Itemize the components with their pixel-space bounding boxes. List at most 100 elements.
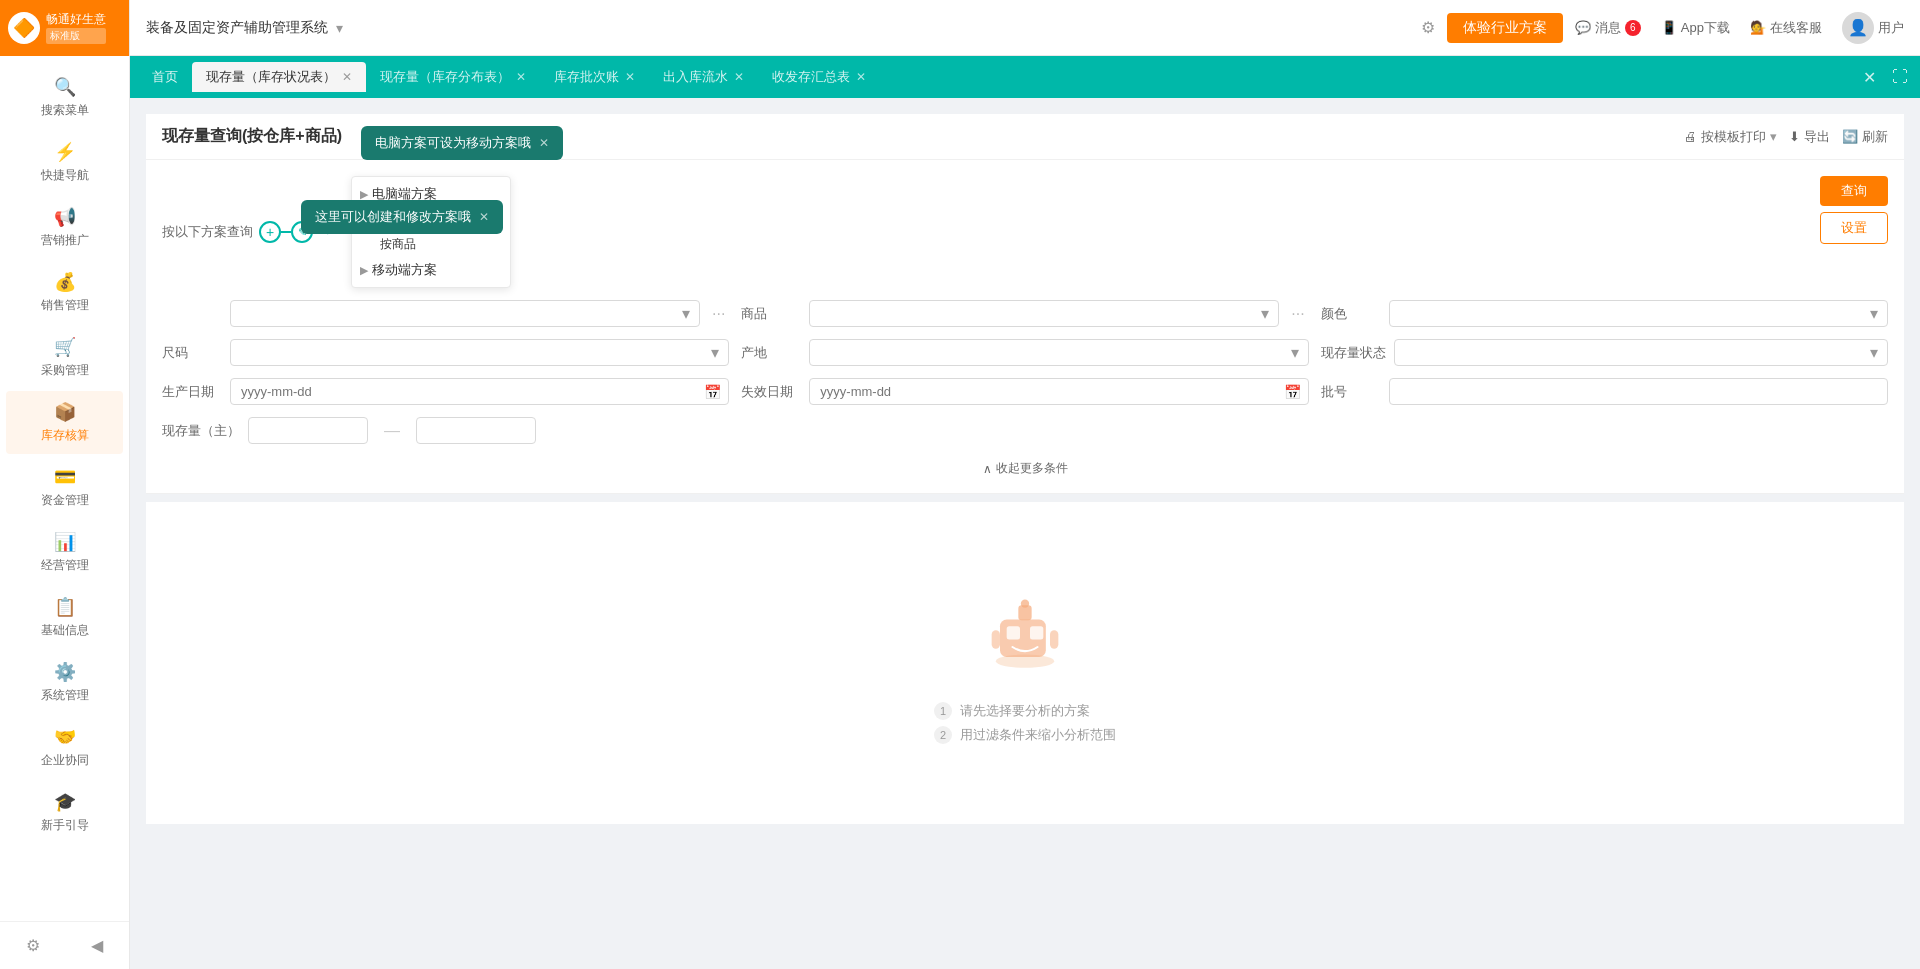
message-icon: 💬 bbox=[1575, 20, 1591, 35]
tab-close-all-btn[interactable]: ✕ bbox=[1859, 64, 1880, 91]
tab-close-inventory-status[interactable]: ✕ bbox=[342, 71, 352, 83]
online-support-btn[interactable]: 💁 在线客服 bbox=[1750, 19, 1822, 37]
sidebar-item-purchase[interactable]: 🛒 采购管理 bbox=[6, 326, 123, 389]
tab-batch-ledger[interactable]: 库存批次账 ✕ bbox=[540, 62, 649, 92]
sidebar-item-sales[interactable]: 💰 销售管理 bbox=[6, 261, 123, 324]
refresh-btn[interactable]: 🔄 刷新 bbox=[1842, 128, 1888, 146]
tooltip-edit-scheme: 这里可以创建和修改方案哦 ✕ bbox=[301, 200, 503, 234]
print-dropdown-icon: ▾ bbox=[1770, 129, 1777, 144]
message-badge: 6 bbox=[1625, 20, 1641, 36]
sidebar: 🔶 畅通好生意 标准版 🔍 搜索菜单 ⚡ 快捷导航 📢 营销推广 💰 销售管理 … bbox=[0, 0, 130, 969]
svg-rect-7 bbox=[1050, 630, 1058, 648]
collapse-up-icon: ∧ bbox=[983, 462, 992, 476]
support-icon: 💁 bbox=[1750, 20, 1766, 35]
sidebar-item-finance[interactable]: 💳 资金管理 bbox=[6, 456, 123, 519]
origin-select[interactable] bbox=[809, 339, 1308, 366]
topbar-right: 💬 消息 6 📱 App下载 💁 在线客服 👤 用户 bbox=[1575, 12, 1904, 44]
message-btn[interactable]: 💬 消息 6 bbox=[1575, 19, 1641, 37]
logo-badge: 标准版 bbox=[46, 28, 106, 44]
prod-date-wrap: 📅 bbox=[230, 378, 729, 405]
goods-select[interactable] bbox=[809, 300, 1279, 327]
size-select[interactable] bbox=[230, 339, 729, 366]
calendar-icon-prod: 📅 bbox=[704, 384, 721, 400]
sidebar-settings-btn[interactable]: ⚙ bbox=[18, 932, 48, 959]
tooltip-close-1[interactable]: ✕ bbox=[539, 136, 549, 150]
sidebar-item-guide[interactable]: 🎓 新手引导 bbox=[6, 781, 123, 844]
inventory-icon: 📦 bbox=[54, 401, 76, 423]
tab-close-collect-summary[interactable]: ✕ bbox=[856, 71, 866, 83]
sidebar-item-marketing[interactable]: 📢 营销推广 bbox=[6, 196, 123, 259]
scheme-child-2[interactable]: 按商品 bbox=[372, 232, 510, 257]
filter-goods: 商品 ··· bbox=[741, 300, 1308, 327]
tooltip-close-2[interactable]: ✕ bbox=[479, 210, 489, 224]
tab-close-io-flow[interactable]: ✕ bbox=[734, 71, 744, 83]
tab-io-flow[interactable]: 出入库流水 ✕ bbox=[649, 62, 758, 92]
size-select-wrap bbox=[230, 339, 729, 366]
print-btn[interactable]: 🖨 按模板打印 ▾ bbox=[1684, 128, 1777, 146]
user-area[interactable]: 👤 用户 bbox=[1842, 12, 1904, 44]
search-icon: 🔍 bbox=[54, 76, 76, 98]
sidebar-item-search[interactable]: 🔍 搜索菜单 bbox=[6, 66, 123, 129]
sidebar-item-inventory[interactable]: 📦 库存核算 bbox=[6, 391, 123, 454]
sidebar-item-basic[interactable]: 📋 基础信息 bbox=[6, 586, 123, 649]
config-btn[interactable]: ⚙ bbox=[1421, 18, 1435, 37]
svg-rect-2 bbox=[1007, 626, 1020, 639]
dropdown-arrow-icon[interactable]: ▾ bbox=[336, 20, 343, 36]
warehouse-more-icon[interactable]: ··· bbox=[708, 305, 729, 323]
sidebar-item-quicknav[interactable]: ⚡ 快捷导航 bbox=[6, 131, 123, 194]
tab-io-flow-label: 出入库流水 bbox=[663, 68, 728, 86]
prod-date-input[interactable] bbox=[230, 378, 729, 405]
filter-batch-no: 批号 bbox=[1321, 378, 1888, 405]
sidebar-collapse-btn[interactable]: ◀ bbox=[83, 932, 111, 959]
tooltip-pc-scheme: 电脑方案可设为移动方案哦 ✕ bbox=[361, 126, 563, 160]
color-select[interactable] bbox=[1389, 300, 1888, 327]
tab-home[interactable]: 首页 bbox=[138, 62, 192, 92]
refresh-icon: 🔄 bbox=[1842, 129, 1858, 144]
goods-more-icon[interactable]: ··· bbox=[1287, 305, 1308, 323]
filter-size: 尺码 bbox=[162, 339, 729, 366]
tab-close-batch-ledger[interactable]: ✕ bbox=[625, 71, 635, 83]
mobile-scheme-label: 移动端方案 bbox=[372, 261, 437, 279]
tab-close-inventory-dist[interactable]: ✕ bbox=[516, 71, 526, 83]
warehouse-select[interactable] bbox=[230, 300, 700, 327]
chevron-icon-2: ▶ bbox=[360, 264, 368, 277]
filter-stock-status: 现存量状态 bbox=[1321, 339, 1888, 366]
tip-num-2: 2 bbox=[934, 726, 952, 744]
sidebar-item-label: 新手引导 bbox=[41, 817, 89, 834]
tab-inventory-status[interactable]: 现存量（库存状况表） ✕ bbox=[192, 62, 366, 92]
sidebar-item-operations[interactable]: 📊 经营管理 bbox=[6, 521, 123, 584]
search-btn[interactable]: 查询 bbox=[1820, 176, 1888, 206]
sidebar-item-label: 采购管理 bbox=[41, 362, 89, 379]
sidebar-item-label: 基础信息 bbox=[41, 622, 89, 639]
industry-btn[interactable]: 体验行业方案 bbox=[1447, 13, 1563, 43]
empty-tips: 1 请先选择要分析的方案 2 用过滤条件来缩小分析范围 bbox=[934, 702, 1116, 744]
stock-main-separator: — bbox=[376, 422, 408, 440]
stock-status-select[interactable] bbox=[1394, 339, 1888, 366]
export-btn[interactable]: ⬇ 导出 bbox=[1789, 128, 1830, 146]
sidebar-item-enterprise[interactable]: 🤝 企业协同 bbox=[6, 716, 123, 779]
stock-main-min[interactable] bbox=[248, 417, 368, 444]
mobile-scheme-node[interactable]: ▶ 移动端方案 bbox=[352, 257, 510, 283]
sidebar-item-system[interactable]: ⚙️ 系统管理 bbox=[6, 651, 123, 714]
reset-btn[interactable]: 设置 bbox=[1820, 212, 1888, 244]
tab-collect-summary[interactable]: 收发存汇总表 ✕ bbox=[758, 62, 880, 92]
print-label: 按模板打印 bbox=[1701, 128, 1766, 146]
empty-tip-2-text: 用过滤条件来缩小分析范围 bbox=[960, 726, 1116, 744]
batch-no-label: 批号 bbox=[1321, 383, 1381, 401]
add-scheme-btn[interactable]: + bbox=[259, 221, 281, 243]
tab-inventory-dist[interactable]: 现存量（库存分布表） ✕ bbox=[366, 62, 540, 92]
sidebar-item-label: 经营管理 bbox=[41, 557, 89, 574]
collapse-row[interactable]: ∧ 收起更多条件 bbox=[162, 452, 1888, 477]
batch-no-input[interactable] bbox=[1389, 378, 1888, 405]
sales-icon: 💰 bbox=[54, 271, 76, 293]
refresh-label: 刷新 bbox=[1862, 128, 1888, 146]
filter-row-3: 生产日期 📅 失效日期 📅 批号 bbox=[162, 378, 1888, 405]
stock-main-max[interactable] bbox=[416, 417, 536, 444]
print-icon: 🖨 bbox=[1684, 129, 1697, 144]
enterprise-icon: 🤝 bbox=[54, 726, 76, 748]
app-download-btn[interactable]: 📱 App下载 bbox=[1661, 19, 1730, 37]
export-label: 导出 bbox=[1804, 128, 1830, 146]
tab-fullscreen-btn[interactable]: ⛶ bbox=[1888, 64, 1912, 90]
expire-date-input[interactable] bbox=[809, 378, 1308, 405]
filter-stock-main: 现存量（主） — bbox=[162, 417, 536, 444]
